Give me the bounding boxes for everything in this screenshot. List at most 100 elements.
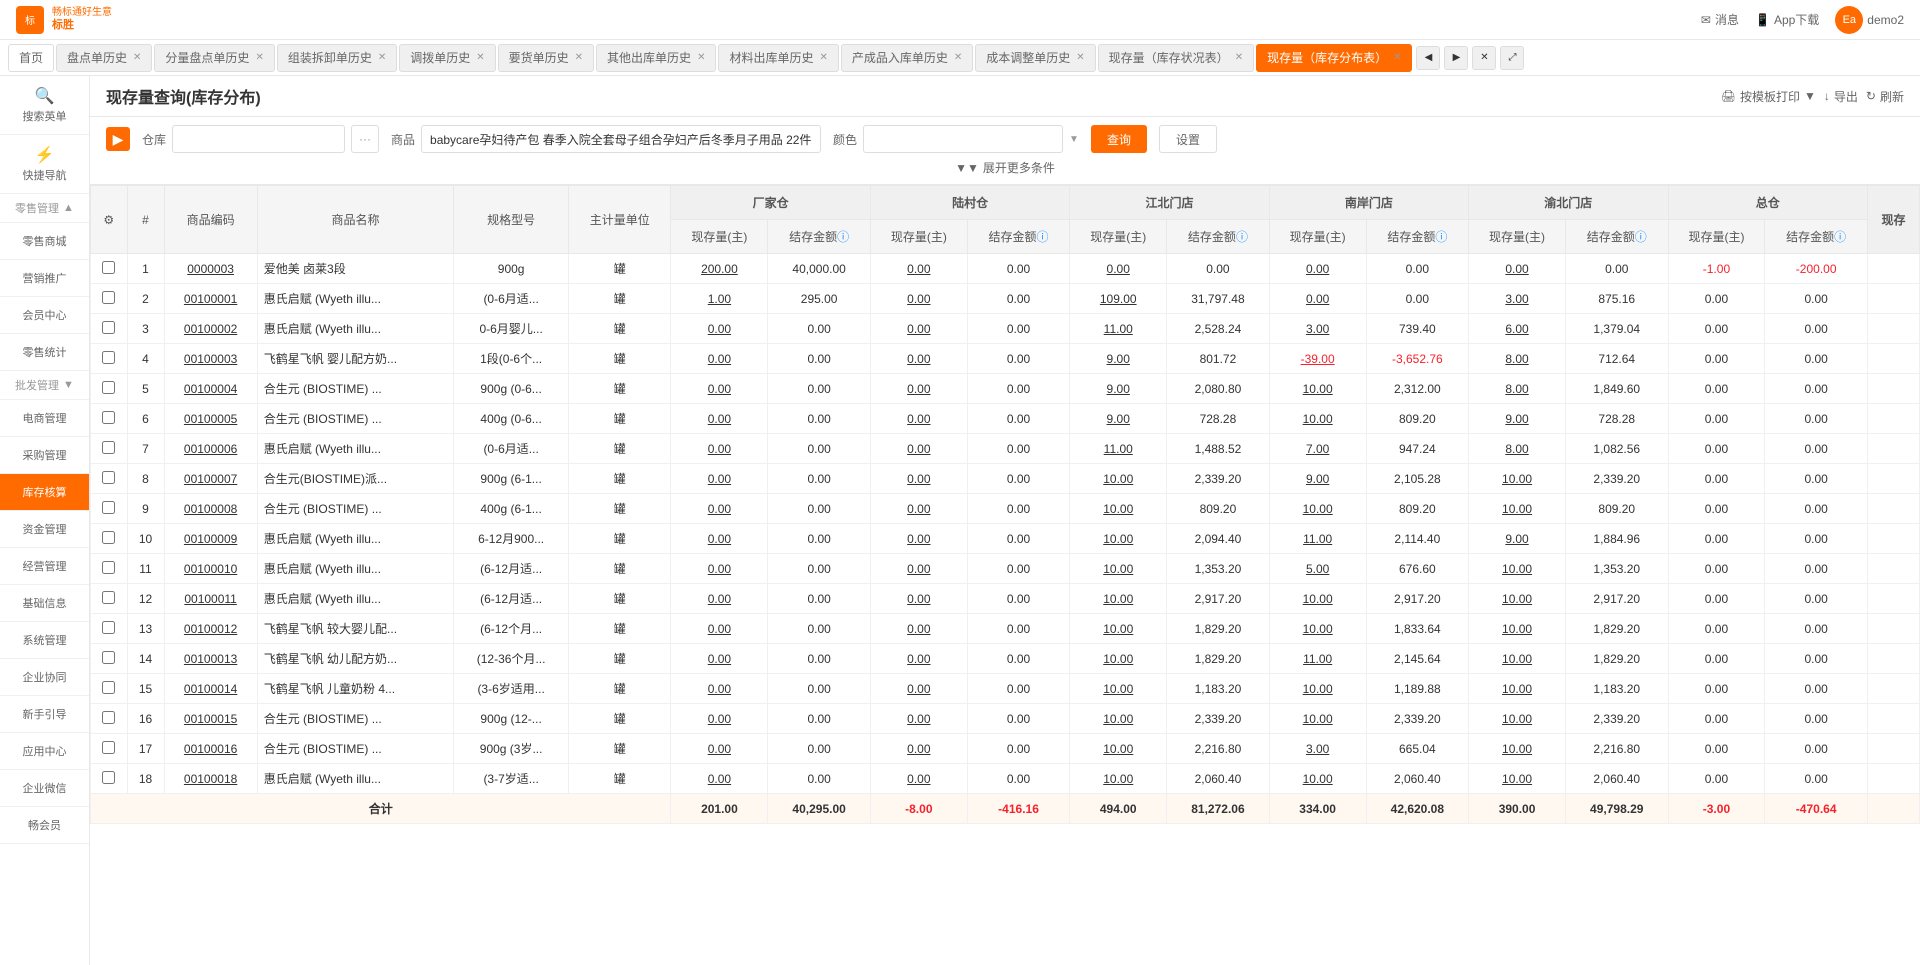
export-btn[interactable]: ↓ 导出: [1824, 88, 1858, 105]
td-checkbox[interactable]: [91, 614, 128, 644]
sidebar-item-basic-info[interactable]: 基础信息: [0, 585, 89, 622]
td-lucun-cur: 0.00: [870, 614, 967, 644]
sidebar-item-purchase[interactable]: 采购管理: [0, 437, 89, 474]
color-input[interactable]: [863, 125, 1063, 153]
sidebar-item-member[interactable]: 会员中心: [0, 297, 89, 334]
tab-close-icon[interactable]: ✕: [476, 52, 484, 63]
tab-next-btn[interactable]: ▶: [1444, 46, 1468, 70]
expand-filter-btn[interactable]: ▼▼ 展开更多条件: [955, 159, 1055, 176]
tab-inventory-check[interactable]: 盘点单历史 ✕: [56, 44, 152, 72]
tab-close-all-btn[interactable]: ✕: [1472, 46, 1496, 70]
sidebar-item-enterprise-wechat[interactable]: 企业微信: [0, 770, 89, 807]
gear-icon[interactable]: ⚙: [103, 213, 114, 227]
sidebar-item-ecom[interactable]: 电商管理: [0, 400, 89, 437]
td-checkbox[interactable]: [91, 524, 128, 554]
tab-close-icon[interactable]: ✕: [1076, 52, 1084, 63]
td-checkbox[interactable]: [91, 494, 128, 524]
td-jiangbei-money: 2,080.80: [1167, 374, 1270, 404]
warehouse-input[interactable]: [172, 125, 345, 153]
tab-material-out[interactable]: 材料出库单历史 ✕: [718, 44, 838, 72]
tab-cost-adjust[interactable]: 成本调整单历史 ✕: [975, 44, 1095, 72]
td-checkbox[interactable]: [91, 584, 128, 614]
sidebar-wholesale-mgmt[interactable]: 批发管理 ▼: [0, 371, 89, 400]
tab-other-out[interactable]: 其他出库单历史 ✕: [596, 44, 716, 72]
td-no: 9: [127, 494, 164, 524]
sidebar-retail-mgmt[interactable]: 零售管理 ▲: [0, 194, 89, 223]
filter-collapse-btn[interactable]: ▶: [106, 127, 130, 151]
sidebar-item-enterprise-collab[interactable]: 企业协同: [0, 659, 89, 696]
td-lucun-cur: 0.00: [870, 374, 967, 404]
app-download-btn[interactable]: 📱 App下载: [1755, 11, 1819, 28]
tab-close-icon[interactable]: ✕: [378, 52, 386, 63]
tab-close-icon[interactable]: ✕: [1393, 52, 1401, 63]
sidebar-item-app-center[interactable]: 应用中心: [0, 733, 89, 770]
td-checkbox[interactable]: [91, 644, 128, 674]
tab-assembly[interactable]: 组装拆卸单历史 ✕: [277, 44, 397, 72]
tab-close-icon[interactable]: ✕: [954, 52, 962, 63]
sidebar-item-search[interactable]: 🔍 搜索英单: [0, 76, 89, 135]
td-checkbox[interactable]: [91, 314, 128, 344]
th-jiangbei-money: 结存金额ⓘ: [1167, 220, 1270, 254]
tab-purchase-order[interactable]: 要货单历史 ✕: [498, 44, 594, 72]
td-yubei-cur: 3.00: [1469, 284, 1566, 314]
tab-product-in[interactable]: 产成品入库单历史 ✕: [841, 44, 973, 72]
sidebar-item-retail-stats[interactable]: 零售统计: [0, 334, 89, 371]
tab-close-icon[interactable]: ✕: [133, 52, 141, 63]
td-checkbox[interactable]: [91, 764, 128, 794]
warehouse-more-btn[interactable]: ···: [351, 125, 379, 153]
td-jiangbei-money: 0.00: [1167, 254, 1270, 284]
td-checkbox[interactable]: [91, 734, 128, 764]
query-btn[interactable]: 查询: [1091, 125, 1147, 153]
tab-stock-dist[interactable]: 现存量（库存分布表） ✕: [1256, 44, 1412, 72]
sidebar-item-member-plus[interactable]: 畅会员: [0, 807, 89, 844]
td-checkbox[interactable]: [91, 554, 128, 584]
settings-btn[interactable]: 设置: [1159, 125, 1217, 153]
sidebar-item-marketing[interactable]: 营销推广: [0, 260, 89, 297]
td-checkbox[interactable]: [91, 344, 128, 374]
td-nanan-cur: 5.00: [1269, 554, 1366, 584]
td-checkbox[interactable]: [91, 254, 128, 284]
td-checkbox[interactable]: [91, 404, 128, 434]
td-checkbox[interactable]: [91, 674, 128, 704]
tab-close-icon[interactable]: ✕: [697, 52, 705, 63]
td-total-cur: 0.00: [1668, 464, 1765, 494]
td-checkbox[interactable]: [91, 434, 128, 464]
td-jiangbei-cur: 9.00: [1070, 404, 1167, 434]
refresh-btn[interactable]: ↻ 刷新: [1866, 88, 1904, 105]
tab-prev-btn[interactable]: ◀: [1416, 46, 1440, 70]
retail-mgmt-arrow: ▲: [63, 202, 74, 214]
td-checkbox[interactable]: [91, 374, 128, 404]
sidebar-item-finance[interactable]: 资金管理: [0, 511, 89, 548]
tab-close-icon[interactable]: ✕: [255, 52, 263, 63]
tab-close-icon[interactable]: ✕: [1235, 52, 1243, 63]
sidebar-item-operation[interactable]: 经营管理: [0, 548, 89, 585]
td-checkbox[interactable]: [91, 704, 128, 734]
sidebar-item-retail-store[interactable]: 零售商城: [0, 223, 89, 260]
tab-expand-btn[interactable]: ⤢: [1500, 46, 1524, 70]
td-checkbox[interactable]: [91, 284, 128, 314]
user-area[interactable]: Ea demo2: [1835, 6, 1904, 34]
tab-transfer[interactable]: 调拨单历史 ✕: [399, 44, 495, 72]
sidebar-item-system[interactable]: 系统管理: [0, 622, 89, 659]
sidebar-item-inventory[interactable]: 库存核算: [0, 474, 89, 511]
td-spec: (0-6月适...: [454, 284, 569, 314]
td-lucun-cur: 0.00: [870, 674, 967, 704]
tab-stock-status[interactable]: 现存量（库存状况表） ✕: [1098, 44, 1254, 72]
td-code: 00100018: [164, 764, 257, 794]
table-area: ⚙ # 商品编码 商品名称 规格型号 主计量单位 厂家仓 陆村仓 江北门店 南岸…: [90, 185, 1920, 965]
td-checkbox[interactable]: [91, 464, 128, 494]
sidebar-item-quick-nav[interactable]: ⚡ 快捷导航: [0, 135, 89, 194]
tab-close-icon[interactable]: ✕: [575, 52, 583, 63]
td-yubei-money: 1,829.20: [1565, 614, 1668, 644]
sidebar-item-new-guide[interactable]: 新手引导: [0, 696, 89, 733]
tab-close-icon[interactable]: ✕: [819, 52, 827, 63]
message-btn[interactable]: ✉ 消息: [1701, 11, 1739, 28]
print-btn[interactable]: 🖨 按模板打印 ▼: [1721, 88, 1816, 105]
td-jiangbei-cur: 9.00: [1070, 344, 1167, 374]
td-unit: 罐: [568, 404, 671, 434]
td-changjia-money: 0.00: [768, 674, 871, 704]
tab-partial-inventory[interactable]: 分量盘点单历史 ✕: [154, 44, 274, 72]
product-input[interactable]: [421, 125, 821, 153]
tab-home[interactable]: 首页: [8, 44, 54, 72]
td-jiangbei-money: 801.72: [1167, 344, 1270, 374]
